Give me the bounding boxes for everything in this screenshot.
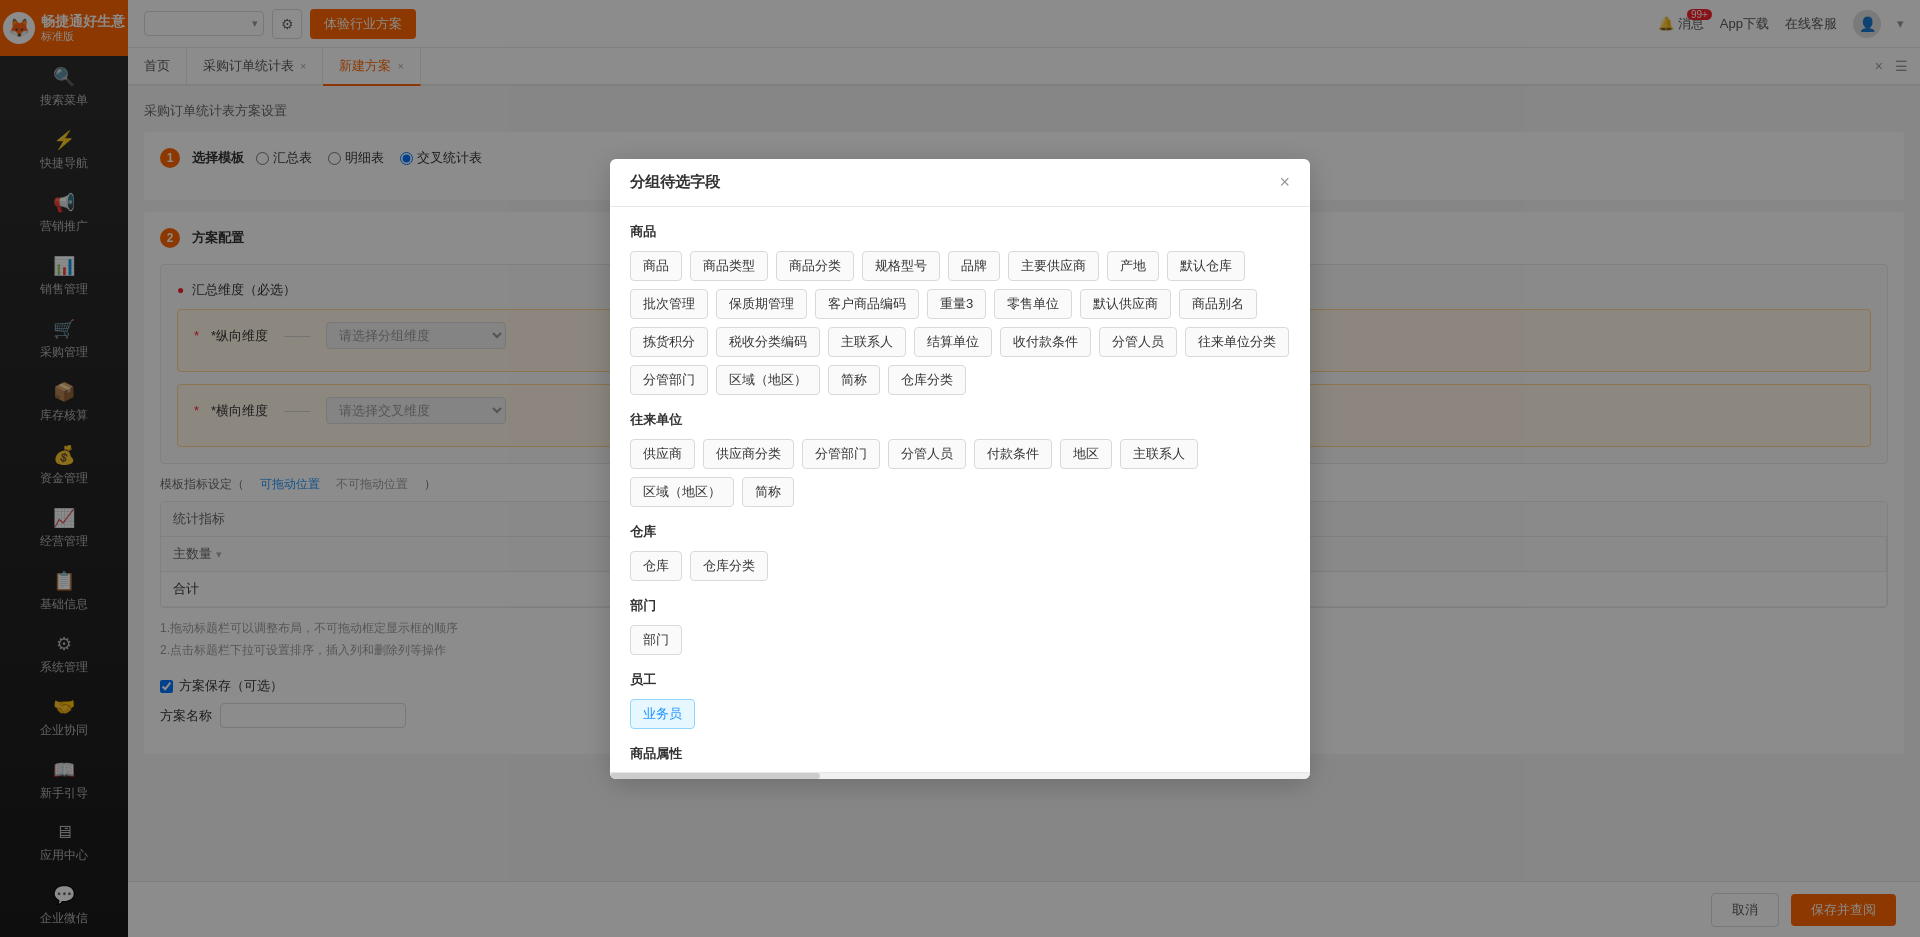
field-section-dept: 部门 部门 <box>630 597 1290 655</box>
field-tag-product-21[interactable]: 往来单位分类 <box>1185 327 1289 357</box>
modal-header: 分组待选字段 × <box>610 159 1310 207</box>
field-tag-partner-7[interactable]: 区域（地区） <box>630 477 734 507</box>
field-tag-product-20[interactable]: 分管人员 <box>1099 327 1177 357</box>
field-tags-dept: 部门 <box>630 625 1290 655</box>
field-tag-partner-3[interactable]: 分管人员 <box>888 439 966 469</box>
field-tag-partner-2[interactable]: 分管部门 <box>802 439 880 469</box>
section-title-partner: 往来单位 <box>630 411 1290 429</box>
field-tag-product-22[interactable]: 分管部门 <box>630 365 708 395</box>
field-tags-product: 商品 商品类型 商品分类 规格型号 品牌 主要供应商 产地 默认仓库 批次管理 … <box>630 251 1290 395</box>
field-tag-employee-0[interactable]: 业务员 <box>630 699 695 729</box>
field-tag-partner-1[interactable]: 供应商分类 <box>703 439 794 469</box>
field-section-warehouse: 仓库 仓库 仓库分类 <box>630 523 1290 581</box>
field-tag-partner-0[interactable]: 供应商 <box>630 439 695 469</box>
field-tag-product-9[interactable]: 保质期管理 <box>716 289 807 319</box>
field-tag-product-25[interactable]: 仓库分类 <box>888 365 966 395</box>
field-tag-product-17[interactable]: 主联系人 <box>828 327 906 357</box>
modal-close-button[interactable]: × <box>1279 173 1290 191</box>
field-tag-partner-8[interactable]: 简称 <box>742 477 794 507</box>
field-tags-partner: 供应商 供应商分类 分管部门 分管人员 付款条件 地区 主联系人 区域（地区） … <box>630 439 1290 507</box>
field-tag-product-11[interactable]: 重量3 <box>927 289 986 319</box>
field-section-employee: 员工 业务员 <box>630 671 1290 729</box>
field-section-product-attr: 商品属性 属性 颜色 多规格 尺码 鞋码 1 <box>630 745 1290 772</box>
field-tag-product-7[interactable]: 默认仓库 <box>1167 251 1245 281</box>
field-tags-warehouse: 仓库 仓库分类 <box>630 551 1290 581</box>
field-section-partner: 往来单位 供应商 供应商分类 分管部门 分管人员 付款条件 地区 主联系人 区域… <box>630 411 1290 507</box>
field-tag-product-15[interactable]: 拣货积分 <box>630 327 708 357</box>
field-tag-product-16[interactable]: 税收分类编码 <box>716 327 820 357</box>
section-title-dept: 部门 <box>630 597 1290 615</box>
modal-scrollbar-thumb[interactable] <box>610 773 820 779</box>
section-title-employee: 员工 <box>630 671 1290 689</box>
field-tag-product-5[interactable]: 主要供应商 <box>1008 251 1099 281</box>
modal-horizontal-scrollbar[interactable] <box>610 772 1310 779</box>
field-tag-product-12[interactable]: 零售单位 <box>994 289 1072 319</box>
field-tag-product-4[interactable]: 品牌 <box>948 251 1000 281</box>
field-select-modal: 分组待选字段 × 商品 商品 商品类型 商品分类 规格型号 品牌 主要供应商 产… <box>610 159 1310 779</box>
field-tag-warehouse-1[interactable]: 仓库分类 <box>690 551 768 581</box>
field-tag-product-14[interactable]: 商品别名 <box>1179 289 1257 319</box>
field-tag-product-13[interactable]: 默认供应商 <box>1080 289 1171 319</box>
field-tags-employee: 业务员 <box>630 699 1290 729</box>
field-tag-partner-5[interactable]: 地区 <box>1060 439 1112 469</box>
field-tag-product-0[interactable]: 商品 <box>630 251 682 281</box>
modal-body: 商品 商品 商品类型 商品分类 规格型号 品牌 主要供应商 产地 默认仓库 批次… <box>610 207 1310 772</box>
field-tag-product-23[interactable]: 区域（地区） <box>716 365 820 395</box>
modal-title: 分组待选字段 <box>630 173 720 192</box>
field-tag-product-2[interactable]: 商品分类 <box>776 251 854 281</box>
field-section-product: 商品 商品 商品类型 商品分类 规格型号 品牌 主要供应商 产地 默认仓库 批次… <box>630 223 1290 395</box>
field-tag-partner-6[interactable]: 主联系人 <box>1120 439 1198 469</box>
field-tag-product-1[interactable]: 商品类型 <box>690 251 768 281</box>
field-tag-product-8[interactable]: 批次管理 <box>630 289 708 319</box>
field-tag-product-6[interactable]: 产地 <box>1107 251 1159 281</box>
field-tag-partner-4[interactable]: 付款条件 <box>974 439 1052 469</box>
field-tag-product-10[interactable]: 客户商品编码 <box>815 289 919 319</box>
section-title-product-attr: 商品属性 <box>630 745 1290 763</box>
field-tag-product-3[interactable]: 规格型号 <box>862 251 940 281</box>
modal-overlay: 分组待选字段 × 商品 商品 商品类型 商品分类 规格型号 品牌 主要供应商 产… <box>0 0 1920 937</box>
field-tag-product-24[interactable]: 简称 <box>828 365 880 395</box>
field-tag-product-19[interactable]: 收付款条件 <box>1000 327 1091 357</box>
field-tag-dept-0[interactable]: 部门 <box>630 625 682 655</box>
section-title-product: 商品 <box>630 223 1290 241</box>
field-tag-product-18[interactable]: 结算单位 <box>914 327 992 357</box>
section-title-warehouse: 仓库 <box>630 523 1290 541</box>
field-tag-warehouse-0[interactable]: 仓库 <box>630 551 682 581</box>
